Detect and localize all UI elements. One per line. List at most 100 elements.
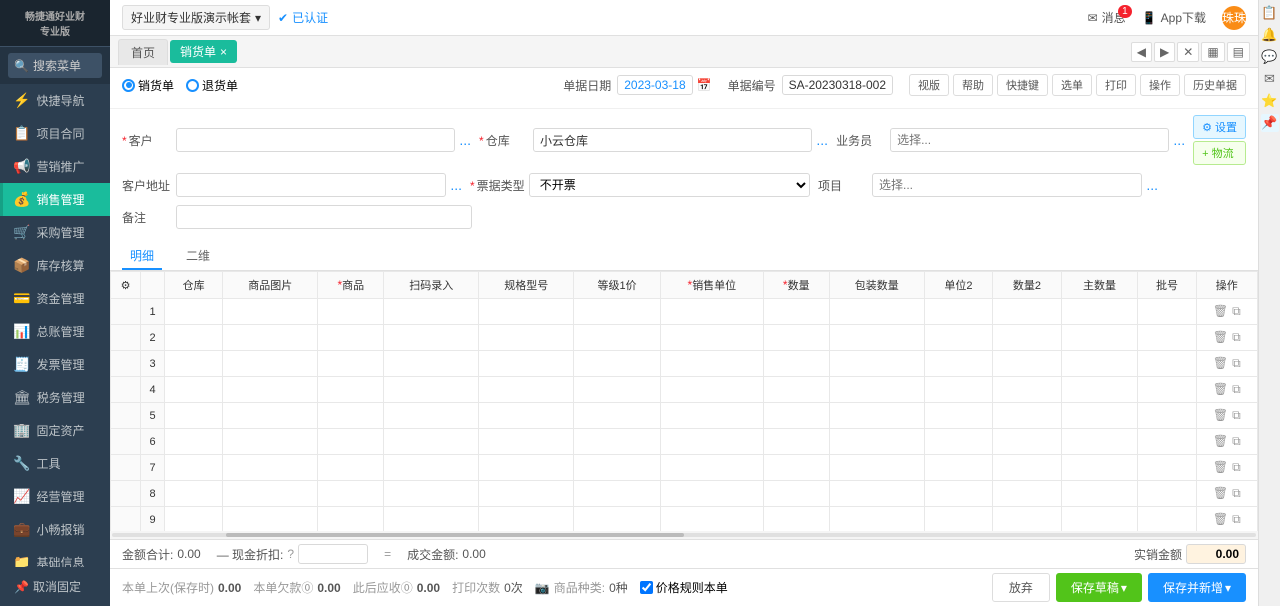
sidebar-item-tools[interactable]: 🔧工具 xyxy=(0,447,110,480)
row-copy-icon[interactable]: ⧉ xyxy=(1232,486,1241,501)
row-warehouse-cell[interactable] xyxy=(165,299,223,325)
row-delete-icon[interactable]: 🗑 xyxy=(1213,434,1228,449)
row-pack-qty-cell[interactable] xyxy=(829,429,924,455)
row-product-img-cell[interactable] xyxy=(223,507,318,532)
warehouse-dots-button[interactable]: ... xyxy=(816,132,828,148)
settings-button[interactable]: ⚙ 设置 xyxy=(1193,115,1246,139)
row-quantity-cell[interactable] xyxy=(763,377,829,403)
row-product-img-cell[interactable] xyxy=(223,351,318,377)
invoice-select[interactable]: 不开票 增值税普通发票 增值税专用发票 xyxy=(529,173,810,197)
right-panel-icon-5[interactable]: ⭐ xyxy=(1261,92,1279,110)
tab-close-icon[interactable]: × xyxy=(220,45,227,59)
row-qty2-cell[interactable] xyxy=(993,325,1061,351)
tab-layout-list-button[interactable]: ▦ xyxy=(1201,42,1224,62)
customer-input[interactable] xyxy=(176,128,455,152)
row-quantity-cell[interactable] xyxy=(763,403,829,429)
view-tab-2d[interactable]: 二维 xyxy=(178,243,218,270)
row-product-cell[interactable] xyxy=(318,507,384,532)
row-spec-cell[interactable] xyxy=(479,299,574,325)
row-pack-qty-cell[interactable] xyxy=(829,481,924,507)
row-delete-icon[interactable]: 🗑 xyxy=(1213,486,1228,501)
scrollbar-thumb[interactable] xyxy=(226,533,684,537)
row-sales-unit-cell[interactable] xyxy=(661,455,764,481)
row-unit2-cell[interactable] xyxy=(924,481,992,507)
row-main-qty-cell[interactable] xyxy=(1061,299,1138,325)
row-sales-unit-cell[interactable] xyxy=(661,507,764,532)
tab-prev-button[interactable]: ◀ xyxy=(1131,42,1152,62)
row-unit2-cell[interactable] xyxy=(924,377,992,403)
user-avatar[interactable]: 珠珠 xyxy=(1222,6,1246,30)
row-quantity-cell[interactable] xyxy=(763,481,829,507)
row-price1-cell[interactable] xyxy=(574,351,661,377)
row-spec-cell[interactable] xyxy=(479,377,574,403)
row-delete-icon[interactable]: 🗑 xyxy=(1213,382,1228,397)
sidebar-item-purchase[interactable]: 🛒采购管理 xyxy=(0,216,110,249)
row-warehouse-cell[interactable] xyxy=(165,429,223,455)
view-tab-detail[interactable]: 明细 xyxy=(122,243,162,270)
row-main-qty-cell[interactable] xyxy=(1061,455,1138,481)
sidebar-item-base[interactable]: 📁基础信息 xyxy=(0,546,110,567)
discount-input[interactable] xyxy=(298,544,368,564)
row-unit2-cell[interactable] xyxy=(924,455,992,481)
search-menu-button[interactable]: 🔍 搜索菜单 xyxy=(8,53,102,78)
tab-close-button[interactable]: ✕ xyxy=(1177,42,1199,62)
radio-return-order[interactable]: 退货单 xyxy=(186,77,238,94)
row-copy-icon[interactable]: ⧉ xyxy=(1232,304,1241,319)
row-batch-cell[interactable] xyxy=(1138,429,1196,455)
sidebar-item-ops[interactable]: 📈经营管理 xyxy=(0,480,110,513)
sidebar-item-assets[interactable]: 🏢固定资产 xyxy=(0,414,110,447)
row-product-img-cell[interactable] xyxy=(223,429,318,455)
row-spec-cell[interactable] xyxy=(479,507,574,532)
row-product-cell[interactable] xyxy=(318,429,384,455)
row-unit2-cell[interactable] xyxy=(924,299,992,325)
row-batch-import-cell[interactable] xyxy=(384,325,479,351)
right-panel-icon-4[interactable]: ✉ xyxy=(1261,70,1279,88)
row-spec-cell[interactable] xyxy=(479,351,574,377)
row-main-qty-cell[interactable] xyxy=(1061,403,1138,429)
row-quantity-cell[interactable] xyxy=(763,325,829,351)
row-batch-cell[interactable] xyxy=(1138,299,1196,325)
row-warehouse-cell[interactable] xyxy=(165,325,223,351)
row-quantity-cell[interactable] xyxy=(763,299,829,325)
salesperson-dots-button[interactable]: ... xyxy=(1173,132,1185,148)
doc-date-value[interactable]: 2023-03-18 xyxy=(617,75,692,95)
sidebar-item-project[interactable]: 📋项目合同 xyxy=(0,117,110,150)
sidebar-item-accounting[interactable]: 📊总账管理 xyxy=(0,315,110,348)
company-selector[interactable]: 好业财专业版演示帐套 ▾ xyxy=(122,5,270,30)
save-draft-button[interactable]: 保存草稿 ▾ xyxy=(1056,573,1142,602)
row-pack-qty-cell[interactable] xyxy=(829,377,924,403)
project-dots-button[interactable]: ... xyxy=(1146,177,1158,193)
header-action-3[interactable]: 选单 xyxy=(1052,74,1092,96)
row-product-cell[interactable] xyxy=(318,455,384,481)
row-copy-icon[interactable]: ⧉ xyxy=(1232,356,1241,371)
tab-layout-grid-button[interactable]: ▤ xyxy=(1227,42,1250,62)
row-copy-icon[interactable]: ⧉ xyxy=(1232,330,1241,345)
row-pack-qty-cell[interactable] xyxy=(829,455,924,481)
price-rule-checkbox[interactable]: 价格规则本单 xyxy=(640,579,728,596)
row-qty2-cell[interactable] xyxy=(993,455,1061,481)
row-qty2-cell[interactable] xyxy=(993,351,1061,377)
row-warehouse-cell[interactable] xyxy=(165,377,223,403)
tab-next-button[interactable]: ▶ xyxy=(1154,42,1175,62)
right-panel-icon-6[interactable]: 📌 xyxy=(1261,114,1279,132)
row-product-cell[interactable] xyxy=(318,377,384,403)
sidebar-item-marketing[interactable]: 📢营销推广 xyxy=(0,150,110,183)
save-new-button[interactable]: 保存并新增 ▾ xyxy=(1148,573,1246,602)
row-batch-cell[interactable] xyxy=(1138,481,1196,507)
row-batch-import-cell[interactable] xyxy=(384,455,479,481)
row-price1-cell[interactable] xyxy=(574,403,661,429)
warehouse-input[interactable] xyxy=(533,128,812,152)
row-batch-import-cell[interactable] xyxy=(384,507,479,532)
customer-dots-button[interactable]: ... xyxy=(459,132,471,148)
row-qty2-cell[interactable] xyxy=(993,481,1061,507)
row-spec-cell[interactable] xyxy=(479,403,574,429)
row-pack-qty-cell[interactable] xyxy=(829,299,924,325)
row-sales-unit-cell[interactable] xyxy=(661,429,764,455)
row-unit2-cell[interactable] xyxy=(924,507,992,532)
th-batch-import[interactable]: 扫码录入 xyxy=(384,272,479,299)
row-unit2-cell[interactable] xyxy=(924,325,992,351)
row-main-qty-cell[interactable] xyxy=(1061,481,1138,507)
header-action-4[interactable]: 打印 xyxy=(1096,74,1136,96)
right-panel-icon-3[interactable]: 💬 xyxy=(1261,48,1279,66)
row-pack-qty-cell[interactable] xyxy=(829,403,924,429)
